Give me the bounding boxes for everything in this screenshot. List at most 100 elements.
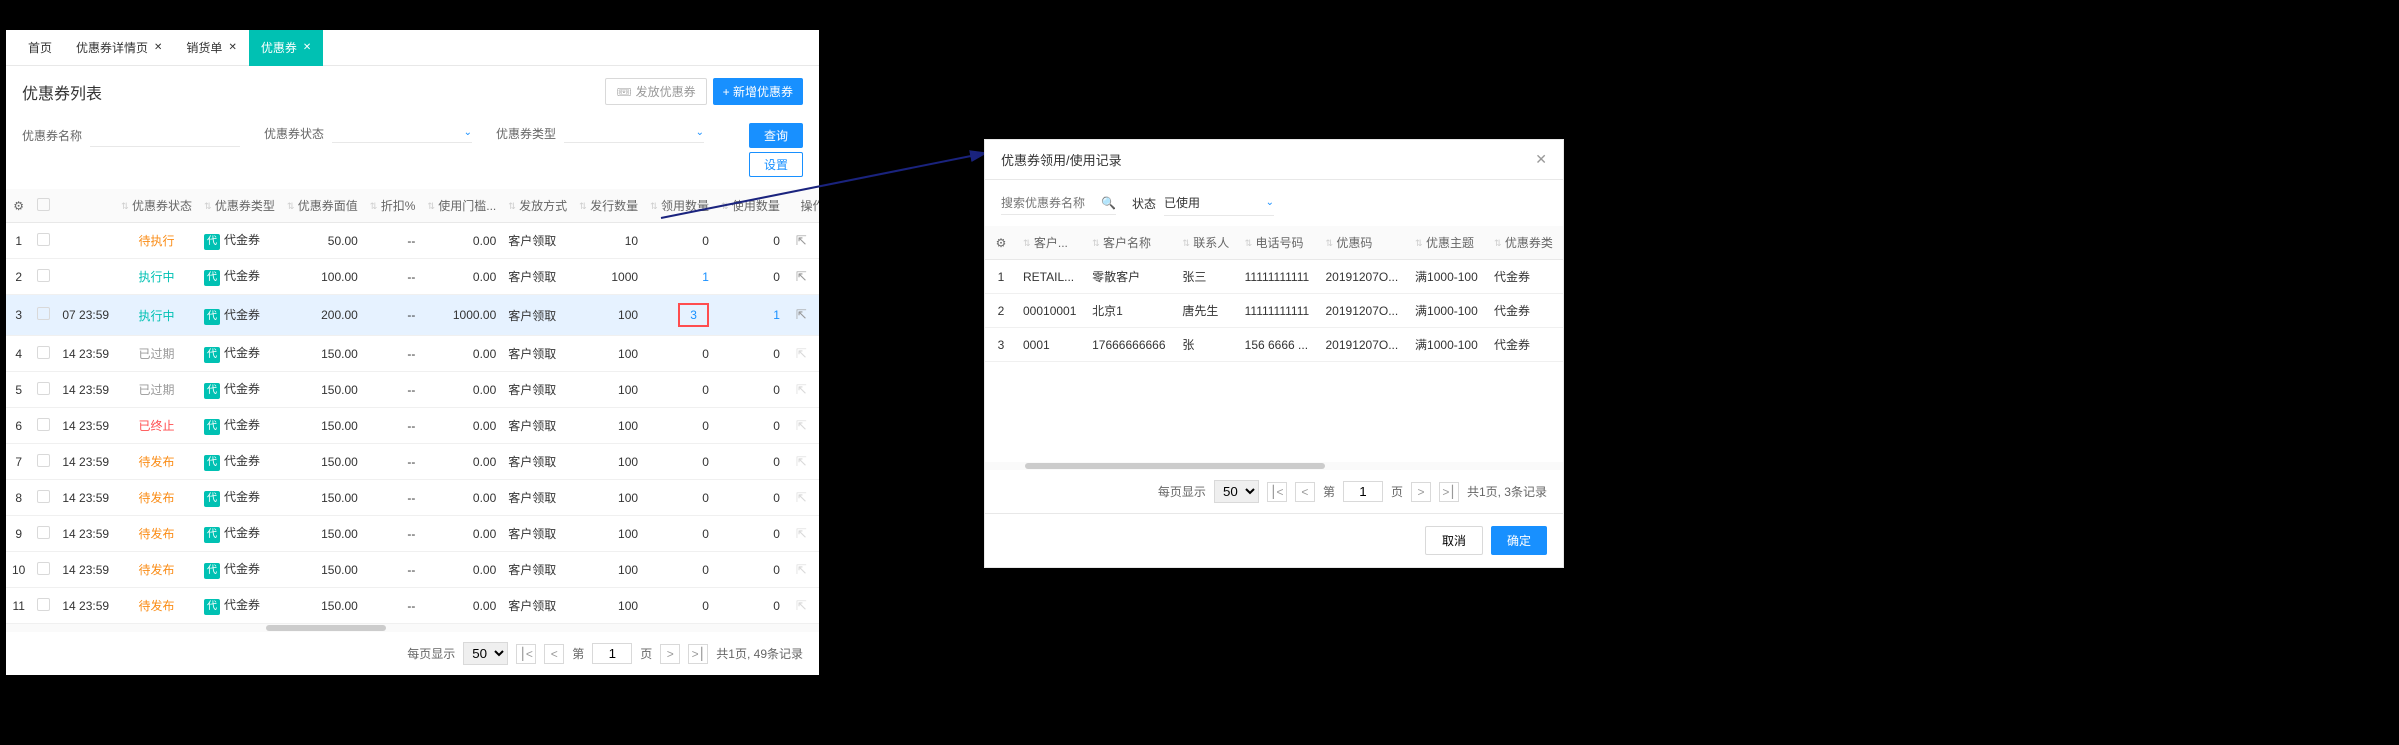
status-badge: 执行中: [139, 270, 175, 284]
search-icon[interactable]: 🔍: [1101, 196, 1116, 210]
table-row[interactable]: 8 14 23:59 待发布 代代金券 150.00 -- 0.00 客户领取 …: [6, 480, 819, 516]
table-row[interactable]: 9 14 23:59 待发布 代代金券 150.00 -- 0.00 客户领取 …: [6, 516, 819, 552]
row-checkbox[interactable]: [37, 307, 50, 320]
sort-icon[interactable]: ⇅: [287, 201, 295, 212]
sort-icon[interactable]: ⇅: [370, 201, 378, 212]
close-icon[interactable]: ✕: [303, 42, 311, 53]
table-row[interactable]: 7 14 23:59 待发布 代代金券 150.00 -- 0.00 客户领取 …: [6, 444, 819, 480]
row-checkbox[interactable]: [37, 382, 50, 395]
sort-icon[interactable]: ⇅: [1415, 238, 1423, 249]
claim-count-link[interactable]: 3: [678, 303, 709, 327]
modal-search[interactable]: 🔍: [1001, 192, 1116, 215]
share-icon[interactable]: ⇱: [796, 269, 807, 284]
qrcode-icon[interactable]: ⊞: [818, 598, 819, 613]
coupon-name-input[interactable]: [90, 123, 240, 147]
sort-icon[interactable]: ⇅: [1182, 238, 1190, 249]
close-icon[interactable]: ✕: [1535, 151, 1547, 168]
table-row[interactable]: 4 14 23:59 已过期 代代金券 150.00 -- 0.00 客户领取 …: [6, 336, 819, 372]
share-icon[interactable]: ⇱: [796, 307, 807, 322]
coupon-type-select[interactable]: ⌄: [564, 123, 704, 143]
table-row[interactable]: 2 00010001 北京1 唐先生 11111111111 20191207O…: [985, 294, 1563, 328]
table-row[interactable]: 10 14 23:59 待发布 代代金券 150.00 -- 0.00 客户领取…: [6, 552, 819, 588]
modal-search-input[interactable]: [1001, 196, 1101, 210]
sort-icon[interactable]: ⇅: [579, 201, 587, 212]
prev-page-button[interactable]: <: [544, 644, 564, 664]
sort-icon[interactable]: ⇅: [1326, 238, 1334, 249]
prev-page-button[interactable]: <: [1295, 482, 1315, 502]
row-checkbox[interactable]: [37, 418, 50, 431]
close-icon[interactable]: ✕: [154, 42, 162, 53]
sort-icon[interactable]: ⇅: [721, 201, 729, 212]
row-checkbox[interactable]: [37, 526, 50, 539]
qrcode-icon[interactable]: ⊞: [818, 418, 819, 433]
horizontal-scrollbar[interactable]: [6, 624, 819, 632]
qrcode-icon[interactable]: ⊞: [818, 307, 819, 322]
qrcode-icon[interactable]: ⊞: [818, 346, 819, 361]
row-checkbox[interactable]: [37, 454, 50, 467]
cancel-button[interactable]: 取消: [1425, 526, 1483, 555]
qrcode-icon[interactable]: ⊞: [818, 382, 819, 397]
sort-icon[interactable]: ⇅: [1023, 238, 1031, 249]
tab-sales-order[interactable]: 销货单✕: [174, 30, 248, 66]
setting-button[interactable]: 设置: [749, 152, 803, 177]
use-count-link[interactable]: 1: [773, 308, 780, 322]
issue-coupon-button[interactable]: 🎟发放优惠券: [605, 78, 706, 105]
table-row[interactable]: 1 RETAIL... 零散客户 张三 11111111111 20191207…: [985, 260, 1563, 294]
table-row[interactable]: 11 14 23:59 待发布 代代金券 150.00 -- 0.00 客户领取…: [6, 588, 819, 624]
claim-count-link[interactable]: 1: [702, 270, 709, 284]
sort-icon[interactable]: ⇅: [121, 201, 129, 212]
share-icon[interactable]: ⇱: [796, 233, 807, 248]
page-input[interactable]: [1343, 481, 1383, 502]
tab-home[interactable]: 首页: [16, 30, 64, 66]
row-checkbox[interactable]: [37, 233, 50, 246]
first-page-button[interactable]: ⎮<: [516, 644, 536, 664]
coupon-status-select[interactable]: ⌄: [332, 123, 472, 143]
tab-coupon-detail[interactable]: 优惠券详情页✕: [64, 30, 174, 66]
page-input[interactable]: [592, 643, 632, 664]
add-coupon-button[interactable]: + 新增优惠券: [713, 78, 803, 105]
per-page-select[interactable]: 50: [463, 642, 508, 665]
table-row[interactable]: 3 07 23:59 执行中 代代金券 200.00 -- 1000.00 客户…: [6, 295, 819, 336]
qrcode-icon[interactable]: ⊞: [818, 490, 819, 505]
search-button[interactable]: 查询: [749, 123, 803, 148]
last-page-button[interactable]: >⎮: [1439, 482, 1459, 502]
next-page-button[interactable]: >: [660, 644, 680, 664]
modal-status-select[interactable]: 已使用⌄: [1164, 190, 1274, 216]
select-all-checkbox[interactable]: [37, 198, 50, 211]
row-checkbox[interactable]: [37, 346, 50, 359]
qrcode-icon[interactable]: ⊞: [818, 526, 819, 541]
horizontal-scrollbar[interactable]: [985, 462, 1563, 470]
row-checkbox[interactable]: [37, 562, 50, 575]
first-page-button[interactable]: ⎮<: [1267, 482, 1287, 502]
discount: --: [364, 408, 422, 444]
next-page-button[interactable]: >: [1411, 482, 1431, 502]
sort-icon[interactable]: ⇅: [650, 201, 658, 212]
close-icon[interactable]: ✕: [228, 42, 236, 53]
table-row[interactable]: 6 14 23:59 已终止 代代金券 150.00 -- 0.00 客户领取 …: [6, 408, 819, 444]
sort-icon[interactable]: ⇅: [1494, 238, 1502, 249]
coupon-type: 代金券: [224, 233, 260, 247]
qrcode-icon[interactable]: ⊞: [818, 454, 819, 469]
gear-icon[interactable]: ⚙: [996, 236, 1007, 250]
qrcode-icon[interactable]: ⊞: [818, 269, 819, 284]
sort-icon[interactable]: ⇅: [204, 201, 212, 212]
sort-icon[interactable]: ⇅: [1245, 238, 1253, 249]
last-page-button[interactable]: >⎮: [688, 644, 708, 664]
table-row[interactable]: 1 待执行 代代金券 50.00 -- 0.00 客户领取 10 0 0 ⇱ ⊞: [6, 223, 819, 259]
row-checkbox[interactable]: [37, 269, 50, 282]
row-checkbox[interactable]: [37, 490, 50, 503]
qrcode-icon[interactable]: ⊞: [818, 562, 819, 577]
confirm-button[interactable]: 确定: [1491, 526, 1547, 555]
tab-coupon[interactable]: 优惠券✕: [249, 30, 323, 66]
qrcode-icon[interactable]: ⊞: [818, 233, 819, 248]
row-checkbox[interactable]: [37, 598, 50, 611]
gear-icon[interactable]: ⚙: [13, 199, 24, 213]
per-page-select[interactable]: 50: [1214, 480, 1259, 503]
sort-icon[interactable]: ⇅: [427, 201, 435, 212]
issue-qty: 1000: [573, 259, 644, 295]
table-row[interactable]: 3 0001 17666666666 张 156 6666 ... 201912…: [985, 328, 1563, 362]
table-row[interactable]: 5 14 23:59 已过期 代代金券 150.00 -- 0.00 客户领取 …: [6, 372, 819, 408]
table-row[interactable]: 2 执行中 代代金券 100.00 -- 0.00 客户领取 1000 1 0 …: [6, 259, 819, 295]
sort-icon[interactable]: ⇅: [1092, 238, 1100, 249]
sort-icon[interactable]: ⇅: [508, 201, 516, 212]
